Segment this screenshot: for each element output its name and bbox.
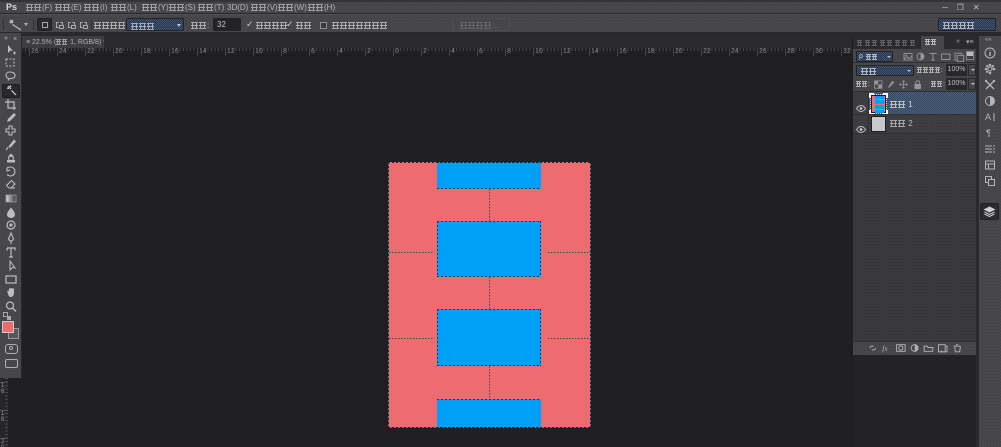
- svg-text:fx: fx: [882, 344, 888, 353]
- svg-text:A: A: [985, 112, 991, 122]
- svg-text:¶: ¶: [986, 128, 991, 138]
